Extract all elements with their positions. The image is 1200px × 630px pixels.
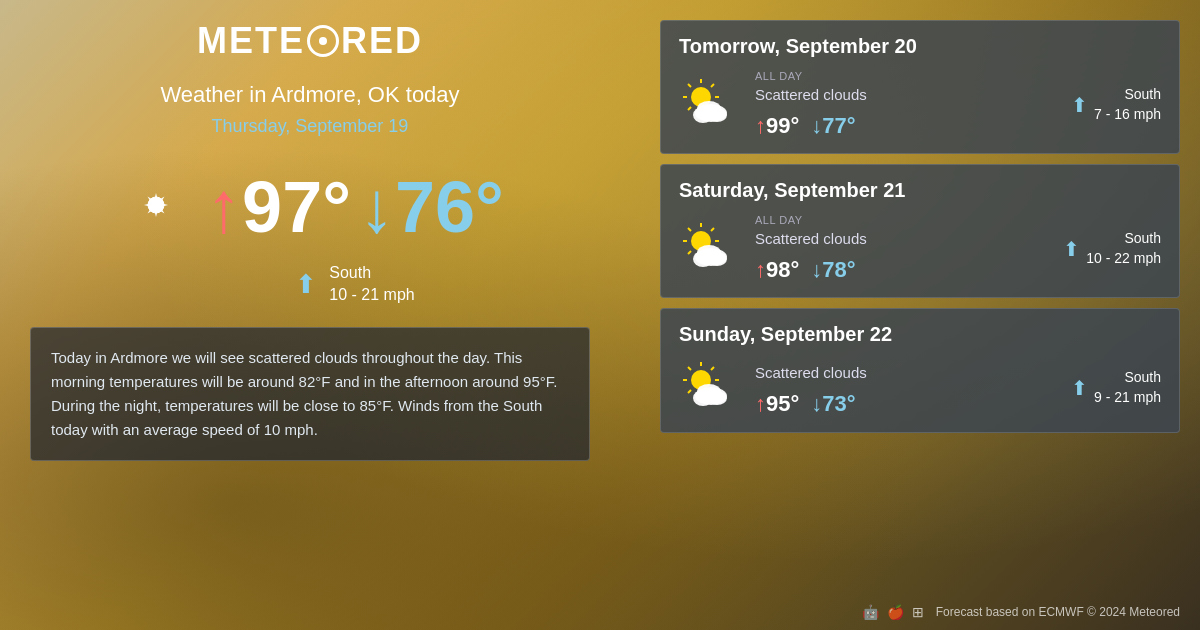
svg-point-47 (697, 384, 721, 400)
forecast-body-tomorrow: ALL DAY Scattered clouds ↑99° ↓77° ⬆ Sou… (679, 70, 1161, 139)
temperature-display: ↑97° ↓76° (206, 171, 504, 243)
wind-icon-sunday: ⬆ (1071, 376, 1088, 400)
wind-tomorrow: ⬆ South 7 - 16 mph (1071, 85, 1161, 124)
forecast-title-sunday: Sunday, September 22 (679, 323, 1161, 346)
forecast-title-saturday: Saturday, September 21 (679, 179, 1161, 202)
svg-line-17 (688, 107, 691, 110)
wind-text-saturday: South 10 - 22 mph (1086, 229, 1161, 268)
all-day-label-saturday: ALL DAY (755, 214, 1047, 226)
android-icon: 🤖 (862, 604, 879, 620)
temps-sunday: ↑95° ↓73° (755, 391, 1055, 417)
svg-line-43 (688, 390, 691, 393)
wind-sunday: ⬆ South 9 - 21 mph (1071, 368, 1161, 407)
high-tomorrow: ↑99° (755, 113, 799, 139)
svg-line-14 (688, 84, 691, 87)
weather-description: Today in Ardmore we will see scattered c… (30, 327, 590, 461)
wind-saturday: ⬆ South 10 - 22 mph (1063, 229, 1161, 268)
apple-icon: 🍎 (887, 604, 904, 620)
platform-icons: 🤖 🍎 ⊞ (862, 604, 924, 620)
svg-line-30 (688, 251, 691, 254)
svg-line-42 (711, 367, 714, 370)
low-temp: ↓76° (359, 171, 504, 243)
logo-suffix: RED (341, 20, 423, 62)
wind-direction-icon: ⬆ (295, 269, 317, 300)
forecast-icon-saturday (679, 219, 739, 279)
current-date: Thursday, September 19 (212, 116, 409, 137)
wind-text-sunday: South 9 - 21 mph (1094, 368, 1161, 407)
low-tomorrow: ↓77° (811, 113, 855, 139)
condition-saturday: Scattered clouds (755, 230, 1047, 247)
wind-text-tomorrow: South 7 - 16 mph (1094, 85, 1161, 124)
svg-line-27 (688, 228, 691, 231)
logo-emblem (307, 25, 339, 57)
main-weather-display: ↑97° ↓76° (116, 167, 504, 247)
forecast-details-tomorrow: ALL DAY Scattered clouds ↑99° ↓77° (755, 70, 1055, 139)
all-day-label-tomorrow: ALL DAY (755, 70, 1055, 82)
wind-text: South 10 - 21 mph (329, 262, 414, 307)
windows-icon: ⊞ (912, 604, 924, 620)
left-panel: METE RED Weather in Ardmore, OK today Th… (0, 0, 620, 630)
logo-text: METE (197, 20, 305, 62)
forecast-body-sunday: Scattered clouds ↑95° ↓73° ⬆ South 9 - 2… (679, 358, 1161, 418)
forecast-icon-tomorrow (679, 75, 739, 135)
high-arrow: ↑ (206, 167, 242, 247)
low-saturday: ↓78° (811, 257, 855, 283)
low-sunday: ↓73° (811, 391, 855, 417)
svg-line-29 (711, 228, 714, 231)
svg-line-16 (711, 84, 714, 87)
right-panel: Tomorrow, September 20 (660, 20, 1180, 433)
forecast-card-saturday: Saturday, September 21 (660, 164, 1180, 298)
condition-tomorrow: Scattered clouds (755, 86, 1055, 103)
low-arrow: ↓ (359, 167, 395, 247)
svg-point-8 (148, 197, 164, 213)
svg-line-40 (688, 367, 691, 370)
today-weather-icon (116, 167, 196, 247)
condition-sunday: Scattered clouds (755, 364, 1055, 381)
forecast-card-sunday: Sunday, September 22 (660, 308, 1180, 433)
forecast-icon-sunday (679, 358, 739, 418)
wind-icon-saturday: ⬆ (1063, 237, 1080, 261)
svg-point-21 (697, 101, 721, 117)
forecast-details-sunday: Scattered clouds ↑95° ↓73° (755, 360, 1055, 417)
high-saturday: ↑98° (755, 257, 799, 283)
forecast-title-tomorrow: Tomorrow, September 20 (679, 35, 1161, 58)
logo: METE RED (197, 20, 423, 62)
forecast-body-saturday: ALL DAY Scattered clouds ↑98° ↓78° ⬆ Sou… (679, 214, 1161, 283)
forecast-card-tomorrow: Tomorrow, September 20 (660, 20, 1180, 154)
svg-point-34 (697, 245, 721, 261)
high-sunday: ↑95° (755, 391, 799, 417)
forecast-details-saturday: ALL DAY Scattered clouds ↑98° ↓78° (755, 214, 1047, 283)
temps-tomorrow: ↑99° ↓77° (755, 113, 1055, 139)
temps-saturday: ↑98° ↓78° (755, 257, 1047, 283)
footer: 🤖 🍎 ⊞ Forecast based on ECMWF © 2024 Met… (862, 604, 1180, 620)
wind-icon-tomorrow: ⬆ (1071, 93, 1088, 117)
location-title: Weather in Ardmore, OK today (160, 82, 459, 108)
footer-text: Forecast based on ECMWF © 2024 Meteored (936, 605, 1180, 619)
today-wind: ⬆ South 10 - 21 mph (295, 262, 414, 307)
high-temp: ↑97° (206, 171, 351, 243)
